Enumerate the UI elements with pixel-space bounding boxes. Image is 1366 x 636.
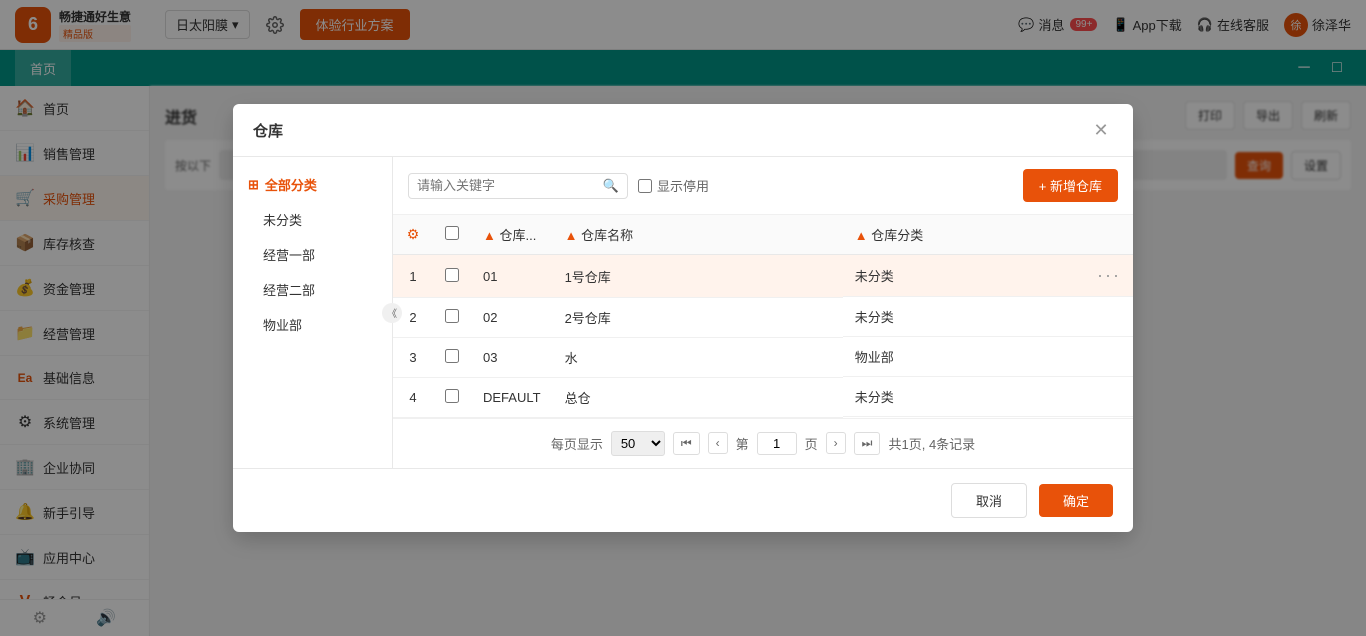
row-name: 总仓 — [553, 377, 843, 417]
table-row: 4 DEFAULT 总仓 未分类 — [393, 377, 1133, 417]
confirm-btn[interactable]: 确定 — [1039, 484, 1113, 517]
row-category: 物业部 — [843, 337, 1133, 377]
row-name: 1号仓库 — [553, 255, 843, 298]
row-code: 03 — [471, 337, 553, 377]
search-icon[interactable]: 🔍 — [603, 178, 619, 194]
modal-footer: 取消 确定 — [233, 468, 1133, 532]
select-all-checkbox[interactable] — [445, 226, 459, 240]
category-item-property[interactable]: 物业部 — [233, 307, 392, 342]
page-size-select[interactable]: 50 100 — [611, 431, 665, 456]
row-checkbox[interactable] — [445, 268, 459, 282]
category-item-ops2[interactable]: 经营二部 — [233, 272, 392, 307]
row-no: 1 — [393, 255, 433, 298]
row-code: DEFAULT — [471, 377, 553, 417]
sort-icon3: ▲ — [855, 228, 868, 243]
row-checkbox[interactable] — [445, 349, 459, 363]
row-checkbox-cell[interactable] — [433, 337, 471, 377]
col-name: ▲ 仓库名称 — [553, 215, 843, 255]
row-no: 3 — [393, 337, 433, 377]
row-name: 2号仓库 — [553, 297, 843, 337]
col-category: ▲ 仓库分类 — [843, 215, 1133, 255]
show-disabled-checkbox[interactable] — [638, 179, 652, 193]
show-disabled-label: 显示停用 — [638, 176, 709, 195]
table-row: 1 01 1号仓库 未分类 ··· — [393, 255, 1133, 298]
all-categories-btn[interactable]: ⊞ 全部分类 — [233, 167, 392, 202]
sort-icon2: ▲ — [565, 228, 578, 243]
last-page-btn[interactable]: ⏭ — [854, 432, 881, 455]
page-label2: 页 — [805, 434, 818, 453]
row-checkbox-cell[interactable] — [433, 297, 471, 337]
col-code: ▲ 仓库... — [471, 215, 553, 255]
row-no: 4 — [393, 377, 433, 417]
category-item-ops1[interactable]: 经营一部 — [233, 237, 392, 272]
warehouse-modal: 仓库 ✕ ⊞ 全部分类 未分类 经营一部 经营二部 — [233, 104, 1133, 532]
row-category: 未分类 ··· — [843, 255, 1133, 297]
total-info: 共1页, 4条记录 — [888, 434, 975, 453]
modal-overlay: 仓库 ✕ ⊞ 全部分类 未分类 经营一部 经营二部 — [0, 0, 1366, 636]
modal-title: 仓库 — [253, 120, 283, 141]
modal-header: 仓库 ✕ — [233, 104, 1133, 157]
modal-close-btn[interactable]: ✕ — [1089, 118, 1113, 142]
settings-col-icon: ⚙ — [407, 226, 420, 242]
sort-icon: ▲ — [483, 228, 496, 243]
warehouse-table: ⚙ ▲ 仓库... ▲ — [393, 215, 1133, 418]
search-input-wrap: 🔍 — [408, 173, 628, 199]
pagination: 每页显示 50 100 ⏮ ‹ 第 页 › ⏭ 共1页, 4条记录 — [393, 418, 1133, 468]
more-actions-btn[interactable]: ··· — [1097, 265, 1121, 286]
row-name: 水 — [553, 337, 843, 377]
row-checkbox[interactable] — [445, 389, 459, 403]
search-input[interactable] — [417, 178, 603, 193]
collapse-panel-btn[interactable]: 《 — [382, 303, 402, 323]
row-category: 未分类 — [843, 297, 1133, 337]
right-panel: 🔍 显示停用 + 新增仓库 ⚙ — [393, 157, 1133, 468]
row-category: 未分类 — [843, 377, 1133, 417]
modal-body: ⊞ 全部分类 未分类 经营一部 经营二部 物业部 《 — [233, 157, 1133, 468]
add-warehouse-btn[interactable]: + 新增仓库 — [1023, 169, 1118, 202]
table-row: 3 03 水 物业部 — [393, 337, 1133, 377]
category-panel: ⊞ 全部分类 未分类 经营一部 经营二部 物业部 《 — [233, 157, 393, 468]
row-code: 01 — [471, 255, 553, 298]
table-row: 2 02 2号仓库 未分类 — [393, 297, 1133, 337]
category-item-unclassified[interactable]: 未分类 — [233, 202, 392, 237]
page-input[interactable] — [757, 432, 797, 455]
next-page-btn[interactable]: › — [826, 432, 846, 454]
table-header-row: ⚙ ▲ 仓库... ▲ — [393, 215, 1133, 255]
prev-page-btn[interactable]: ‹ — [708, 432, 728, 454]
row-checkbox-cell[interactable] — [433, 377, 471, 417]
table-wrap: ⚙ ▲ 仓库... ▲ — [393, 215, 1133, 418]
row-checkbox[interactable] — [445, 309, 459, 323]
cancel-btn[interactable]: 取消 — [951, 483, 1027, 518]
row-code: 02 — [471, 297, 553, 337]
row-checkbox-cell[interactable] — [433, 255, 471, 298]
grid-icon: ⊞ — [248, 177, 259, 193]
page-label: 第 — [736, 434, 749, 453]
first-page-btn[interactable]: ⏮ — [673, 432, 700, 455]
search-bar: 🔍 显示停用 + 新增仓库 — [393, 157, 1133, 215]
